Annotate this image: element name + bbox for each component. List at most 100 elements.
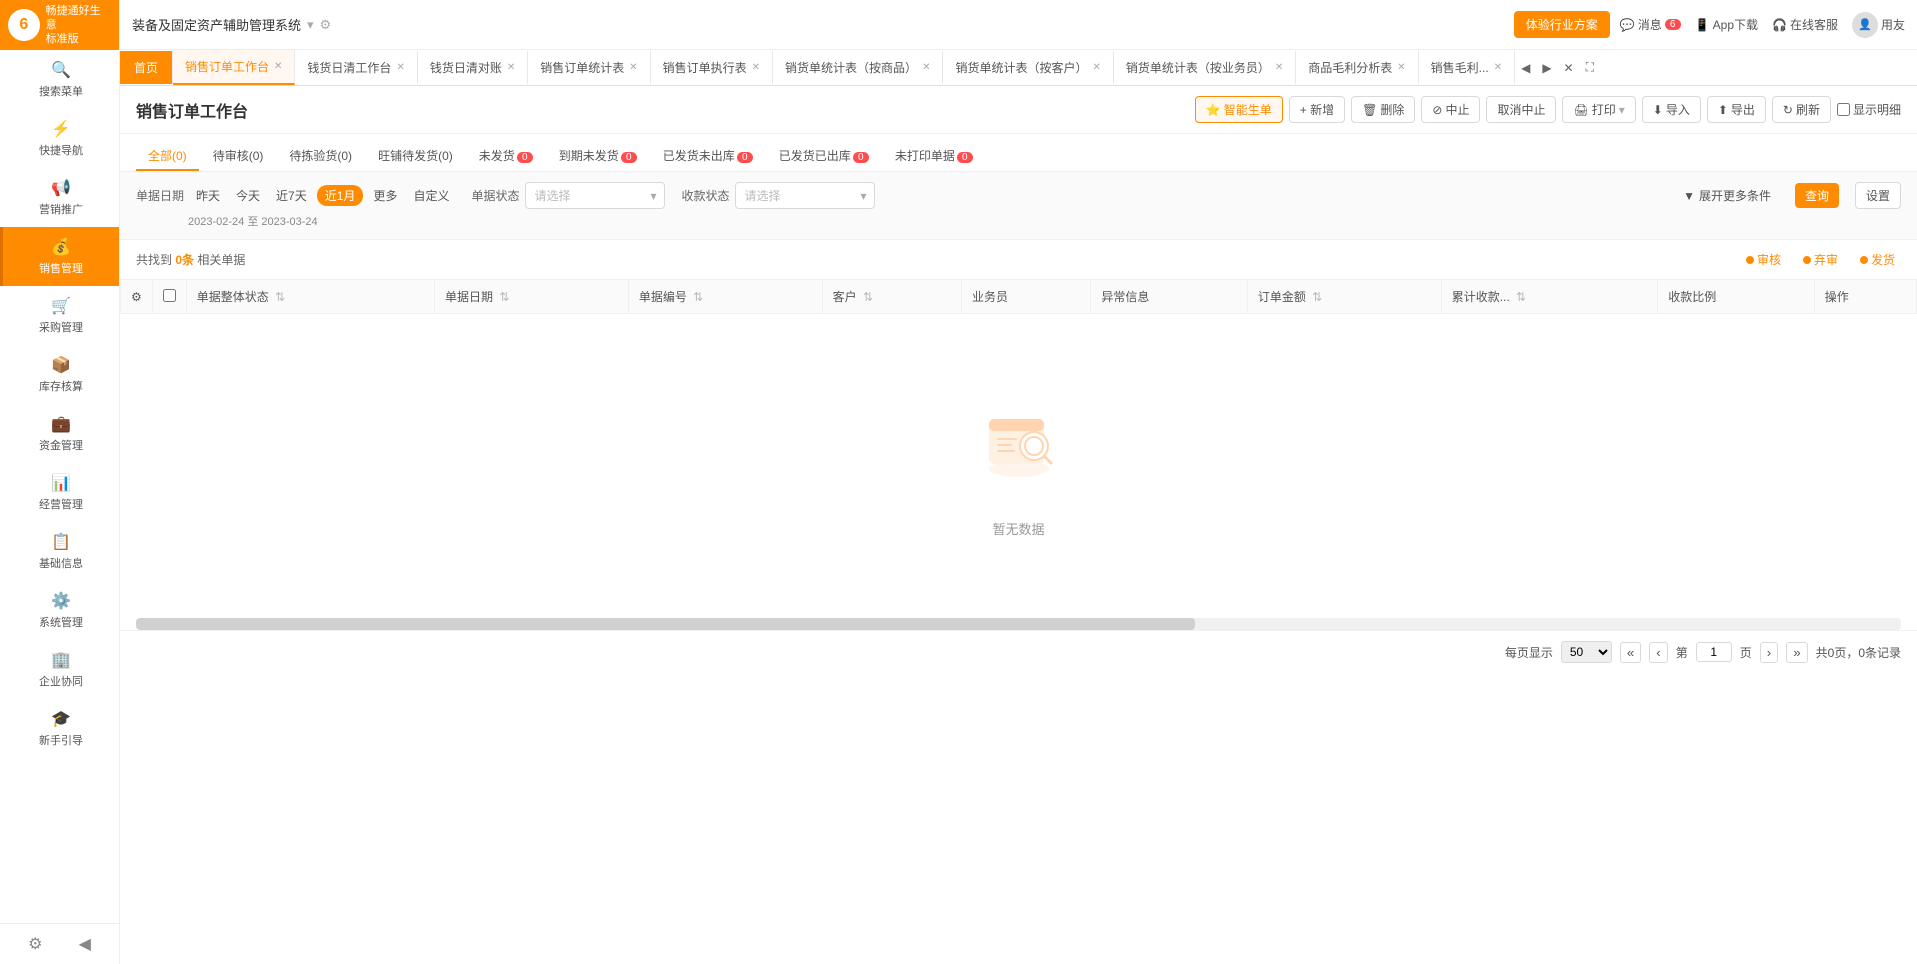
refresh-button[interactable]: ↻ 刷新	[1772, 96, 1831, 123]
date-option-yesterday[interactable]: 昨天	[190, 185, 226, 206]
online-service-action[interactable]: 🎧 在线客服	[1772, 16, 1838, 33]
query-button[interactable]: 查询	[1795, 183, 1839, 208]
sub-tab-pending-review[interactable]: 待审核(0)	[201, 142, 276, 171]
sort-icon3[interactable]: ⇅	[693, 290, 703, 304]
tab-cash-daily[interactable]: 钱货日清工作台✕	[295, 51, 417, 84]
cancel-audit-button[interactable]: 弃审	[1797, 248, 1844, 271]
tabs-maximize-button[interactable]: ⛶	[1580, 52, 1600, 83]
delete-button[interactable]: 🗑 删除	[1351, 96, 1415, 123]
date-option-last1m[interactable]: 近1月	[317, 185, 364, 206]
gear-column-header[interactable]: ⚙	[121, 280, 153, 314]
sidebar-item-quick-nav[interactable]: ⚡快捷导航	[0, 109, 119, 168]
sidebar-item-system[interactable]: ⚙️系统管理	[0, 581, 119, 640]
checkbox-column-header[interactable]	[152, 280, 186, 314]
date-option-today[interactable]: 今天	[230, 185, 266, 206]
collapse-icon[interactable]: ◀	[79, 934, 91, 954]
page-number-input[interactable]	[1696, 642, 1732, 662]
settings-icon[interactable]: ⚙	[320, 17, 332, 33]
first-page-button[interactable]: «	[1620, 642, 1641, 663]
settings-icon[interactable]: ⚙	[28, 934, 42, 954]
sidebar-item-marketing[interactable]: 📢营销推广	[0, 168, 119, 227]
tab-close-sales-exec[interactable]: ✕	[752, 62, 760, 73]
dropdown-icon[interactable]: ▾	[307, 17, 314, 33]
payment-select[interactable]: 请选择 ▾	[735, 182, 875, 209]
prev-page-button[interactable]: ‹	[1649, 642, 1667, 663]
sub-tab-shipped-out[interactable]: 已发货已出库0	[767, 142, 881, 171]
export-button[interactable]: ⬆ 导出	[1707, 96, 1766, 123]
sub-tab-label-not-shipped: 未发货	[479, 149, 515, 163]
tab-close-sales-summary-staff[interactable]: ✕	[1275, 62, 1283, 73]
select-all-checkbox[interactable]	[163, 289, 176, 302]
page-header-actions: ⭐ 智能生单 + 新增 🗑 删除 ⊘ 中止 取消中止 🖨	[1195, 96, 1901, 123]
tab-sales-more[interactable]: 销售毛利...✕	[1419, 51, 1515, 84]
tab-sales-summary-customer[interactable]: 销货单统计表（按客户）✕	[943, 51, 1113, 84]
tabs-close-all-button[interactable]: ✕	[1558, 53, 1580, 83]
tab-close-cash-daily[interactable]: ✕	[396, 62, 404, 73]
sort-icon[interactable]: ⇅	[275, 290, 285, 304]
print-button[interactable]: 🖨 打印 ▾	[1562, 96, 1635, 123]
cancel-stop-button[interactable]: 取消中止	[1486, 96, 1556, 123]
sidebar-item-guide[interactable]: 🎓新手引导	[0, 699, 119, 758]
show-detail-checkbox[interactable]: 显示明细	[1837, 101, 1901, 118]
tab-close-sales-summary-product[interactable]: ✕	[922, 62, 930, 73]
tab-close-sales-summary-customer[interactable]: ✕	[1092, 62, 1100, 73]
sidebar-item-sales[interactable]: 💰销售管理	[0, 227, 119, 286]
sub-tab-not-printed[interactable]: 未打印单据0	[883, 142, 985, 171]
sub-tab-not-shipped[interactable]: 未发货0	[467, 142, 545, 171]
sidebar-item-finance[interactable]: 💼资金管理	[0, 404, 119, 463]
tab-close-sales-more[interactable]: ✕	[1494, 62, 1502, 73]
message-action[interactable]: 💬 消息 6	[1620, 16, 1681, 33]
smart-gen-button[interactable]: ⭐ 智能生单	[1195, 96, 1283, 123]
tab-sales-summary-product[interactable]: 销货单统计表（按商品）✕	[773, 51, 943, 84]
audit-button[interactable]: 审核	[1740, 248, 1787, 271]
tab-home[interactable]: 首页	[120, 51, 173, 84]
sidebar-item-purchase[interactable]: 🛒采购管理	[0, 286, 119, 345]
scrollbar-thumb[interactable]	[136, 618, 1195, 630]
stop-button[interactable]: ⊘ 中止	[1421, 96, 1480, 123]
tabs-next-button[interactable]: ▶	[1536, 53, 1557, 83]
tab-label-sales-workbench: 销售订单工作台	[185, 58, 269, 75]
sidebar-item-search[interactable]: 🔍搜索菜单	[0, 50, 119, 109]
tab-close-product-margin[interactable]: ✕	[1397, 62, 1405, 73]
date-option-more[interactable]: 更多	[367, 185, 403, 206]
ship-button[interactable]: 发货	[1854, 248, 1901, 271]
app-download-action[interactable]: 📱 App下载	[1695, 16, 1758, 33]
tab-close-sales-stat[interactable]: ✕	[629, 62, 637, 73]
last-page-button[interactable]: »	[1786, 642, 1807, 663]
show-detail-input[interactable]	[1837, 103, 1850, 116]
expand-filter-button[interactable]: ▼ 展开更多条件	[1683, 187, 1771, 204]
add-button[interactable]: + 新增	[1289, 96, 1345, 123]
sidebar-item-inventory[interactable]: 📦库存核算	[0, 345, 119, 404]
industry-solution-button[interactable]: 体验行业方案	[1514, 11, 1610, 38]
sub-tab-pending-inspect[interactable]: 待拣验货(0)	[277, 142, 364, 171]
sidebar-item-operations[interactable]: 📊经营管理	[0, 463, 119, 522]
filter-settings-button[interactable]: 设置	[1855, 182, 1901, 209]
tab-sales-exec[interactable]: 销售订单执行表✕	[651, 51, 773, 84]
tab-sales-stat[interactable]: 销售订单统计表✕	[528, 51, 650, 84]
date-option-custom[interactable]: 自定义	[407, 185, 455, 206]
sort-icon5[interactable]: ⇅	[1312, 290, 1322, 304]
date-option-last7[interactable]: 近7天	[270, 185, 313, 206]
tab-sales-summary-staff[interactable]: 销货单统计表（按业务员）✕	[1114, 51, 1296, 84]
next-page-button[interactable]: ›	[1760, 642, 1778, 663]
tab-sales-workbench[interactable]: 销售订单工作台 ✕	[173, 50, 295, 85]
user-action[interactable]: 👤 用友	[1852, 12, 1905, 38]
horizontal-scrollbar[interactable]	[136, 618, 1901, 630]
sub-tab-all[interactable]: 全部(0)	[136, 142, 199, 171]
import-button[interactable]: ⬇ 导入	[1642, 96, 1701, 123]
tab-close-cash-reconcile[interactable]: ✕	[507, 62, 515, 73]
tab-product-margin[interactable]: 商品毛利分析表✕	[1296, 51, 1418, 84]
sidebar-item-enterprise[interactable]: 🏢企业协同	[0, 640, 119, 699]
page-size-select[interactable]: 50 10 20 100	[1561, 641, 1612, 663]
sidebar-item-basic[interactable]: 📋基础信息	[0, 522, 119, 581]
sort-icon4[interactable]: ⇅	[863, 290, 873, 304]
sub-tab-wangpu-pending[interactable]: 旺铺待发货(0)	[366, 142, 465, 171]
tabs-prev-button[interactable]: ◀	[1515, 53, 1536, 83]
sort-icon6[interactable]: ⇅	[1516, 290, 1526, 304]
status-select[interactable]: 请选择 ▾	[525, 182, 665, 209]
sub-tab-expired-not-shipped[interactable]: 到期未发货0	[547, 142, 649, 171]
sub-tab-shipped-not-out[interactable]: 已发货未出库0	[651, 142, 765, 171]
tab-close-sales-workbench[interactable]: ✕	[274, 61, 282, 72]
sort-icon2[interactable]: ⇅	[499, 290, 509, 304]
tab-cash-reconcile[interactable]: 钱货日清对账✕	[418, 51, 528, 84]
